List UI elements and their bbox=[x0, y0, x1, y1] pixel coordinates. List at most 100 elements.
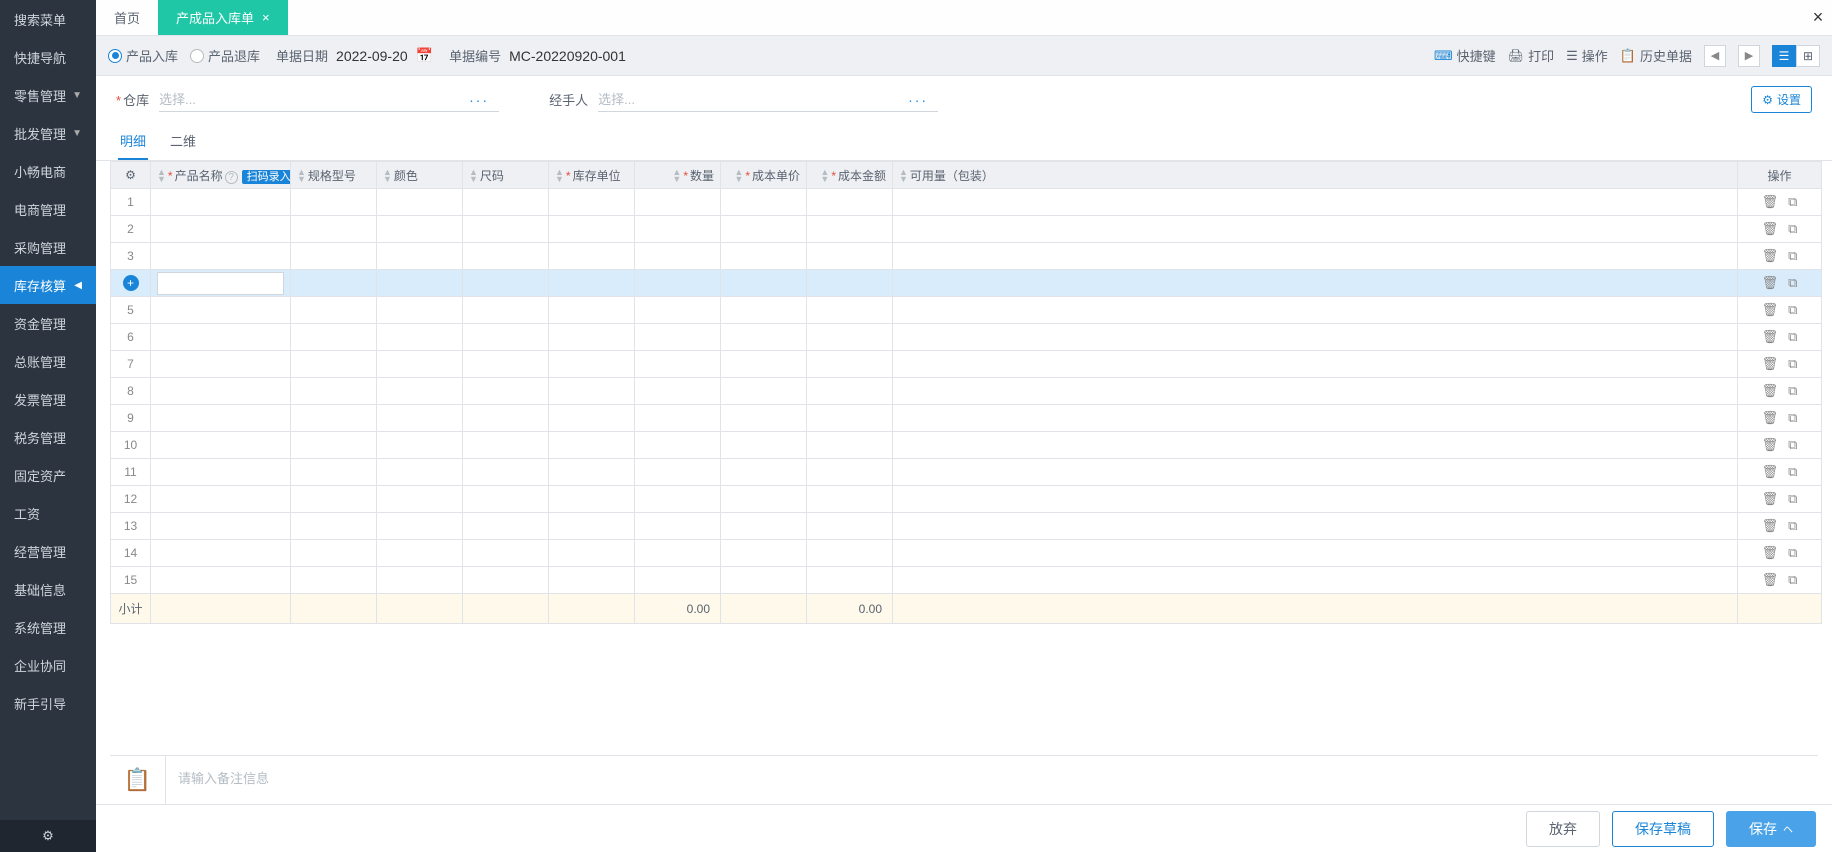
view-grid-button[interactable]: ⊞ bbox=[1796, 45, 1820, 67]
copy-row-icon[interactable]: ⧉ bbox=[1788, 518, 1797, 534]
copy-row-icon[interactable]: ⧉ bbox=[1788, 275, 1797, 291]
shortcut-link[interactable]: ⌨快捷键 bbox=[1434, 46, 1496, 65]
doc-type-radio[interactable]: 产品退库 bbox=[190, 46, 260, 65]
delete-row-icon[interactable]: 🗑 bbox=[1762, 329, 1779, 345]
table-row[interactable]: 10🗑⧉ bbox=[111, 432, 1822, 459]
sidebar-item[interactable]: 电商管理 bbox=[0, 190, 96, 228]
copy-row-icon[interactable]: ⧉ bbox=[1788, 194, 1797, 210]
save-button[interactable]: 保存ヘ bbox=[1726, 811, 1816, 847]
sidebar-item[interactable]: 采购管理 bbox=[0, 228, 96, 266]
table-row[interactable]: 1🗑⧉ bbox=[111, 189, 1822, 216]
col-spec-header[interactable]: ▲▼规格型号 bbox=[291, 162, 377, 189]
delete-row-icon[interactable]: 🗑 bbox=[1762, 248, 1779, 264]
delete-row-icon[interactable]: 🗑 bbox=[1762, 518, 1779, 534]
doc-type-radio[interactable]: 产品入库 bbox=[108, 46, 178, 65]
table-row[interactable]: 12🗑⧉ bbox=[111, 486, 1822, 513]
copy-row-icon[interactable]: ⧉ bbox=[1788, 248, 1797, 264]
sidebar-item[interactable]: 快捷导航 bbox=[0, 38, 96, 76]
scan-input-tag[interactable]: 扫码录入 bbox=[242, 170, 291, 184]
sidebar-item[interactable]: 企业协同 bbox=[0, 646, 96, 684]
copy-row-icon[interactable]: ⧉ bbox=[1788, 491, 1797, 507]
copy-row-icon[interactable]: ⧉ bbox=[1788, 302, 1797, 318]
copy-row-icon[interactable]: ⧉ bbox=[1788, 329, 1797, 345]
sidebar-item[interactable]: 库存核算◀ bbox=[0, 266, 96, 304]
table-row[interactable]: 3🗑⧉ bbox=[111, 243, 1822, 270]
table-row[interactable]: 5🗑⧉ bbox=[111, 297, 1822, 324]
sidebar-settings-button[interactable]: ⚙ bbox=[0, 820, 96, 852]
table-row[interactable]: 7🗑⧉ bbox=[111, 351, 1822, 378]
settings-button[interactable]: ⚙设置 bbox=[1751, 86, 1812, 113]
view-list-button[interactable]: ☰ bbox=[1772, 45, 1796, 67]
handler-more-icon[interactable]: ··· bbox=[908, 92, 928, 108]
col-available-header[interactable]: ▲▼可用量（包装） bbox=[893, 162, 1738, 189]
sub-tab[interactable]: 二维 bbox=[168, 123, 198, 160]
sidebar-item[interactable]: 资金管理 bbox=[0, 304, 96, 342]
copy-row-icon[interactable]: ⧉ bbox=[1788, 410, 1797, 426]
sidebar-item[interactable]: 新手引导 bbox=[0, 684, 96, 722]
delete-row-icon[interactable]: 🗑 bbox=[1762, 383, 1779, 399]
copy-row-icon[interactable]: ⧉ bbox=[1788, 464, 1797, 480]
copy-row-icon[interactable]: ⧉ bbox=[1788, 572, 1797, 588]
delete-row-icon[interactable]: 🗑 bbox=[1762, 545, 1779, 561]
page-tab[interactable]: 首页 bbox=[96, 0, 158, 35]
table-row[interactable]: 8🗑⧉ bbox=[111, 378, 1822, 405]
action-link[interactable]: ☰操作 bbox=[1566, 46, 1608, 65]
table-row[interactable]: 11🗑⧉ bbox=[111, 459, 1822, 486]
next-doc-button[interactable]: ▶ bbox=[1738, 45, 1760, 67]
copy-row-icon[interactable]: ⧉ bbox=[1788, 221, 1797, 237]
delete-row-icon[interactable]: 🗑 bbox=[1762, 356, 1779, 372]
calendar-icon[interactable]: 📅 bbox=[416, 47, 433, 64]
warehouse-input[interactable] bbox=[159, 88, 499, 112]
sidebar-item[interactable]: 基础信息 bbox=[0, 570, 96, 608]
delete-row-icon[interactable]: 🗑 bbox=[1762, 491, 1779, 507]
col-unit-header[interactable]: ▲▼*库存单位 bbox=[549, 162, 635, 189]
table-row[interactable]: 13🗑⧉ bbox=[111, 513, 1822, 540]
copy-row-icon[interactable]: ⧉ bbox=[1788, 437, 1797, 453]
delete-row-icon[interactable]: 🗑 bbox=[1762, 410, 1779, 426]
sidebar-item[interactable]: 工资 bbox=[0, 494, 96, 532]
copy-row-icon[interactable]: ⧉ bbox=[1788, 383, 1797, 399]
add-row-button[interactable]: + bbox=[123, 275, 139, 291]
delete-row-icon[interactable]: 🗑 bbox=[1762, 464, 1779, 480]
col-size-header[interactable]: ▲▼尺码 bbox=[463, 162, 549, 189]
table-row[interactable]: 2🗑⧉ bbox=[111, 216, 1822, 243]
sub-tab[interactable]: 明细 bbox=[118, 123, 148, 160]
table-row[interactable]: 6🗑⧉ bbox=[111, 324, 1822, 351]
delete-row-icon[interactable]: 🗑 bbox=[1762, 221, 1779, 237]
table-row[interactable]: 9🗑⧉ bbox=[111, 405, 1822, 432]
close-icon[interactable]: × bbox=[262, 10, 270, 25]
sidebar-item[interactable]: 总账管理 bbox=[0, 342, 96, 380]
sidebar-item[interactable]: 批发管理▼ bbox=[0, 114, 96, 152]
page-tab[interactable]: 产成品入库单× bbox=[158, 0, 288, 35]
copy-row-icon[interactable]: ⧉ bbox=[1788, 356, 1797, 372]
prev-doc-button[interactable]: ◀ bbox=[1704, 45, 1726, 67]
sidebar-item[interactable]: 搜索菜单 bbox=[0, 0, 96, 38]
discard-button[interactable]: 放弃 bbox=[1526, 811, 1600, 847]
sidebar-item[interactable]: 系统管理 bbox=[0, 608, 96, 646]
delete-row-icon[interactable]: 🗑 bbox=[1762, 275, 1779, 291]
page-tabs-close-icon[interactable]: × bbox=[1804, 0, 1832, 35]
table-row[interactable]: 15🗑⧉ bbox=[111, 567, 1822, 594]
delete-row-icon[interactable]: 🗑 bbox=[1762, 302, 1779, 318]
save-draft-button[interactable]: 保存草稿 bbox=[1612, 811, 1714, 847]
doc-date-field[interactable]: 单据日期 2022-09-20 📅 bbox=[276, 46, 433, 65]
handler-input[interactable] bbox=[598, 88, 938, 112]
sidebar-item[interactable]: 发票管理 bbox=[0, 380, 96, 418]
copy-row-icon[interactable]: ⧉ bbox=[1788, 545, 1797, 561]
delete-row-icon[interactable]: 🗑 bbox=[1762, 194, 1779, 210]
delete-row-icon[interactable]: 🗑 bbox=[1762, 437, 1779, 453]
help-icon[interactable]: ? bbox=[225, 171, 238, 184]
warehouse-more-icon[interactable]: ··· bbox=[469, 92, 489, 108]
table-row[interactable]: 14🗑⧉ bbox=[111, 540, 1822, 567]
table-row[interactable]: + 🗑 ⧉ bbox=[111, 270, 1822, 297]
sidebar-item[interactable]: 税务管理 bbox=[0, 418, 96, 456]
col-product-name-header[interactable]: ▲▼*产品名称?扫码录入 bbox=[151, 162, 291, 189]
sidebar-item[interactable]: 固定资产 bbox=[0, 456, 96, 494]
col-color-header[interactable]: ▲▼颜色 bbox=[377, 162, 463, 189]
print-link[interactable]: 🖨打印 bbox=[1508, 46, 1555, 65]
sidebar-item[interactable]: 经营管理 bbox=[0, 532, 96, 570]
history-link[interactable]: 📋历史单据 bbox=[1620, 46, 1692, 65]
col-config-header[interactable]: ⚙ bbox=[111, 162, 151, 189]
sidebar-item[interactable]: 零售管理▼ bbox=[0, 76, 96, 114]
col-qty-header[interactable]: ▲▼*数量 bbox=[635, 162, 721, 189]
